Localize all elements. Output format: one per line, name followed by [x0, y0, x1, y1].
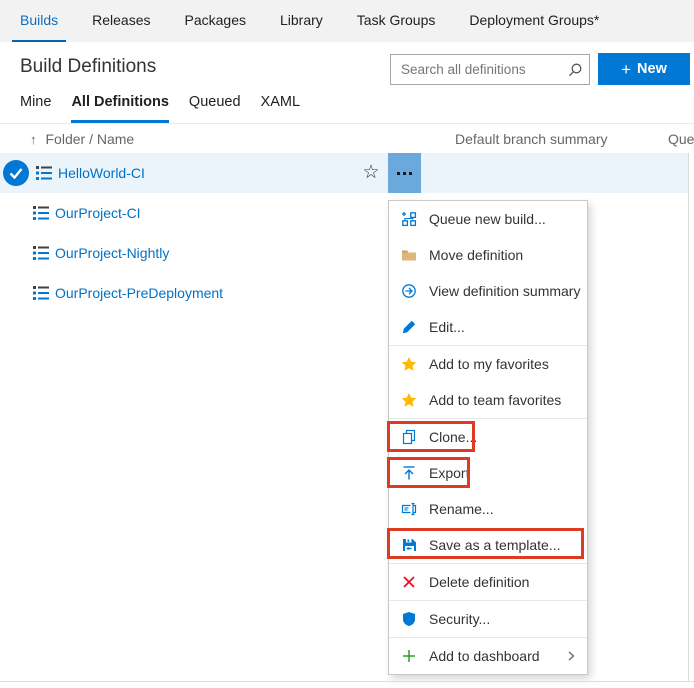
menu-item-save-as-template[interactable]: Save as a template... [389, 527, 587, 563]
menu-item-label: Move definition [429, 247, 523, 263]
definition-name-link[interactable]: OurProject-Nightly [55, 233, 169, 273]
menu-item-clone[interactable]: Clone... [389, 419, 587, 455]
new-button-label: New [637, 61, 667, 77]
search-input[interactable] [391, 62, 561, 77]
build-definitions-page: Builds Releases Packages Library Task Gr… [0, 0, 694, 688]
definition-row-helloworld-ci[interactable]: HelloWorld-CI ☆ [0, 153, 688, 193]
menu-item-move-definition[interactable]: Move definition [389, 237, 587, 273]
menu-item-view-definition-summary[interactable]: View definition summary [389, 273, 587, 309]
add-plus-icon [401, 648, 417, 664]
menu-item-edit[interactable]: Edit... [389, 309, 587, 345]
menu-item-label: Add to team favorites [429, 392, 561, 408]
menu-item-label: Export [429, 465, 469, 481]
new-definition-button[interactable]: + New [598, 53, 690, 85]
tab-xaml[interactable]: XAML [261, 91, 301, 123]
grid-bottom-border [0, 681, 694, 682]
menu-item-label: Security... [429, 611, 490, 627]
folder-icon [401, 247, 417, 263]
menu-item-delete-definition[interactable]: Delete definition [389, 564, 587, 600]
rename-icon [401, 501, 417, 517]
selected-check-icon[interactable] [3, 160, 29, 186]
column-folder-name[interactable]: ↑ Folder / Name [30, 131, 134, 147]
build-definition-icon [33, 205, 49, 221]
hub-item-builds[interactable]: Builds [12, 0, 66, 42]
menu-item-label: Rename... [429, 501, 494, 517]
hub-navigation: Builds Releases Packages Library Task Gr… [0, 0, 694, 42]
grid-right-border [688, 153, 689, 681]
menu-item-rename[interactable]: Rename... [389, 491, 587, 527]
favorite-star-icon[interactable]: ☆ [358, 153, 384, 193]
grid-header: ↑ Folder / Name Default branch summary Qu… [0, 123, 694, 153]
menu-item-add-to-team-favorites[interactable]: Add to team favorites [389, 382, 587, 418]
search-box [390, 54, 590, 85]
export-icon [401, 465, 417, 481]
shield-icon [401, 611, 417, 627]
menu-item-label: Queue new build... [429, 211, 546, 227]
column-default-branch-summary[interactable]: Default branch summary [455, 131, 608, 147]
column-folder-name-label: Folder / Name [46, 131, 135, 147]
build-definition-icon [36, 165, 52, 181]
definition-context-menu: Queue new build... Move definition View … [388, 200, 588, 675]
tab-queued[interactable]: Queued [189, 91, 241, 123]
save-template-icon [401, 537, 417, 553]
sort-ascending-icon: ↑ [30, 132, 37, 147]
definition-name-link[interactable]: OurProject-CI [55, 193, 141, 233]
tab-mine[interactable]: Mine [20, 91, 51, 123]
search-icon[interactable] [561, 62, 589, 78]
star-icon [401, 392, 417, 408]
menu-item-export[interactable]: Export [389, 455, 587, 491]
menu-item-queue-new-build[interactable]: Queue new build... [389, 201, 587, 237]
page-title: Build Definitions [20, 56, 156, 78]
menu-item-label: Save as a template... [429, 537, 561, 553]
pivot-tabs: Mine All Definitions Queued XAML [20, 91, 320, 123]
plus-icon: + [621, 61, 631, 78]
star-icon [401, 356, 417, 372]
pencil-icon [401, 319, 417, 335]
hub-item-library[interactable]: Library [272, 0, 331, 42]
menu-item-label: Add to my favorites [429, 356, 549, 372]
go-arrow-icon [401, 283, 417, 299]
clone-icon [401, 429, 417, 445]
queue-build-icon [401, 211, 417, 227]
more-actions-button[interactable] [388, 153, 421, 193]
hub-item-packages[interactable]: Packages [177, 0, 254, 42]
menu-item-security[interactable]: Security... [389, 601, 587, 637]
hub-item-task-groups[interactable]: Task Groups [349, 0, 444, 42]
tab-all-definitions[interactable]: All Definitions [71, 91, 168, 123]
delete-x-icon [401, 574, 417, 590]
menu-item-label: Delete definition [429, 574, 529, 590]
menu-item-add-to-my-favorites[interactable]: Add to my favorites [389, 346, 587, 382]
hub-item-releases[interactable]: Releases [84, 0, 158, 42]
menu-item-label: Add to dashboard [429, 648, 540, 664]
column-queued[interactable]: Queued [668, 131, 694, 147]
definition-name-link[interactable]: OurProject-PreDeployment [55, 273, 223, 313]
menu-item-add-to-dashboard[interactable]: Add to dashboard [389, 638, 587, 674]
hub-item-deployment-groups[interactable]: Deployment Groups* [461, 0, 607, 42]
menu-item-label: Clone... [429, 429, 477, 445]
chevron-right-icon [563, 648, 579, 664]
menu-item-label: View definition summary [429, 283, 580, 299]
definition-name-link[interactable]: HelloWorld-CI [58, 153, 145, 193]
menu-item-label: Edit... [429, 319, 465, 335]
build-definition-icon [33, 245, 49, 261]
build-definition-icon [33, 285, 49, 301]
